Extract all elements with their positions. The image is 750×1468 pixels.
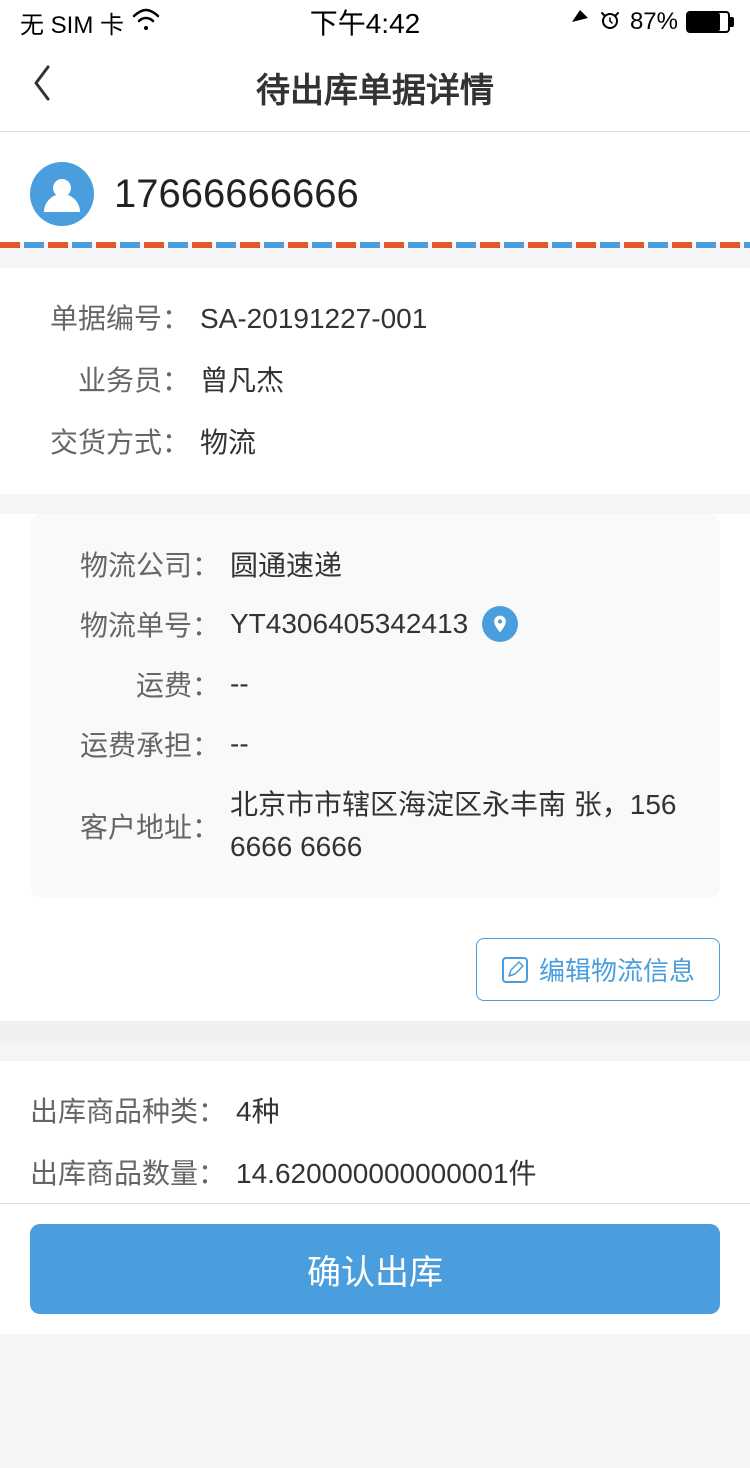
status-bar: 无 SIM 卡 下午4:42 87%	[0, 0, 750, 44]
confirm-btn-label: 确认出库	[307, 1245, 443, 1294]
document-info-section: 单据编号： SA-20191227-001 业务员： 曾凡杰 交货方式： 物流	[0, 268, 750, 494]
address-value: 北京市市辖区海淀区永丰南 张，156 6666 6666	[220, 784, 690, 868]
salesman-row: 业务员： 曾凡杰	[30, 360, 720, 402]
freight-row: 运费： --	[60, 664, 690, 704]
product-quantity-value: 14.620000000000001件	[226, 1153, 720, 1195]
delivery-row: 交货方式： 物流	[30, 422, 720, 464]
salesman-label: 业务员：	[30, 360, 190, 402]
user-header-bottom	[0, 226, 750, 242]
address-label: 客户地址：	[60, 806, 220, 846]
salesman-value: 曾凡杰	[190, 360, 720, 402]
delivery-value: 物流	[190, 422, 720, 464]
freight-bearer-label: 运费承担：	[60, 724, 220, 764]
logistics-company-row: 物流公司： 圆通速递	[60, 544, 690, 584]
carrier-label: 无 SIM 卡	[20, 5, 124, 40]
tracking-number-text: YT43064053424​13	[230, 608, 468, 640]
confirm-outbound-button[interactable]: 确认出库	[30, 1224, 720, 1314]
status-left: 无 SIM 卡	[20, 5, 160, 40]
product-type-value: 4种	[226, 1091, 720, 1133]
battery-icon	[686, 11, 730, 33]
battery-percentage: 87%	[630, 8, 678, 36]
freight-bearer-row: 运费承担： --	[60, 724, 690, 764]
edit-logistics-button[interactable]: 编辑物流信息	[476, 938, 720, 1001]
freight-value: --	[220, 668, 690, 700]
product-quantity-row: 出库商品数量： 14.620000000000001件	[30, 1153, 720, 1195]
logistics-tracking-row: 物流单号： YT43064053424​13	[60, 604, 690, 644]
document-number-value: SA-20191227-001	[190, 298, 720, 340]
product-summary-section: 出库商品种类： 4种 出库商品数量： 14.620000000000001件	[0, 1061, 750, 1215]
logistics-company-label: 物流公司：	[60, 544, 220, 584]
logistics-section: 物流公司： 圆通速递 物流单号： YT43064053424​13 运费： --	[0, 514, 750, 918]
product-type-label: 出库商品种类：	[30, 1091, 226, 1133]
freight-label: 运费：	[60, 664, 220, 704]
delivery-label: 交货方式：	[30, 422, 190, 464]
status-right: 87%	[570, 7, 730, 38]
product-quantity-label: 出库商品数量：	[30, 1153, 226, 1195]
track-location-button[interactable]	[482, 606, 518, 642]
edit-logistics-label: 编辑物流信息	[539, 951, 695, 988]
user-avatar	[30, 162, 94, 226]
freight-bearer-value: --	[220, 728, 690, 760]
logistics-card: 物流公司： 圆通速递 物流单号： YT43064053424​13 运费： --	[30, 514, 720, 898]
bottom-spacer	[0, 1318, 750, 1468]
user-phone: 17666666666	[114, 172, 359, 217]
logistics-tracking-label: 物流单号：	[60, 604, 220, 644]
alarm-icon	[598, 7, 622, 38]
logistics-tracking-value: YT43064053424​13	[220, 606, 690, 642]
location-status-icon	[570, 8, 590, 37]
wifi-icon	[132, 8, 160, 37]
mid-section-divider	[0, 1021, 750, 1041]
logistics-company-value: 圆通速递	[220, 544, 690, 584]
address-row: 客户地址： 北京市市辖区海淀区永丰南 张，156 6666 6666	[60, 784, 690, 868]
status-time: 下午4:42	[310, 2, 421, 42]
nav-bar: 待出库单据详情	[0, 44, 750, 132]
user-header: 17666666666	[0, 132, 750, 226]
back-button[interactable]	[30, 63, 54, 112]
confirm-button-container: 确认出库	[0, 1203, 750, 1334]
page-title: 待出库单据详情	[256, 63, 494, 112]
section-divider-dashed	[0, 242, 750, 248]
product-type-row: 出库商品种类： 4种	[30, 1091, 720, 1133]
edit-logistics-section: 编辑物流信息	[0, 918, 750, 1021]
document-number-label: 单据编号：	[30, 298, 190, 340]
document-number-row: 单据编号： SA-20191227-001	[30, 298, 720, 340]
